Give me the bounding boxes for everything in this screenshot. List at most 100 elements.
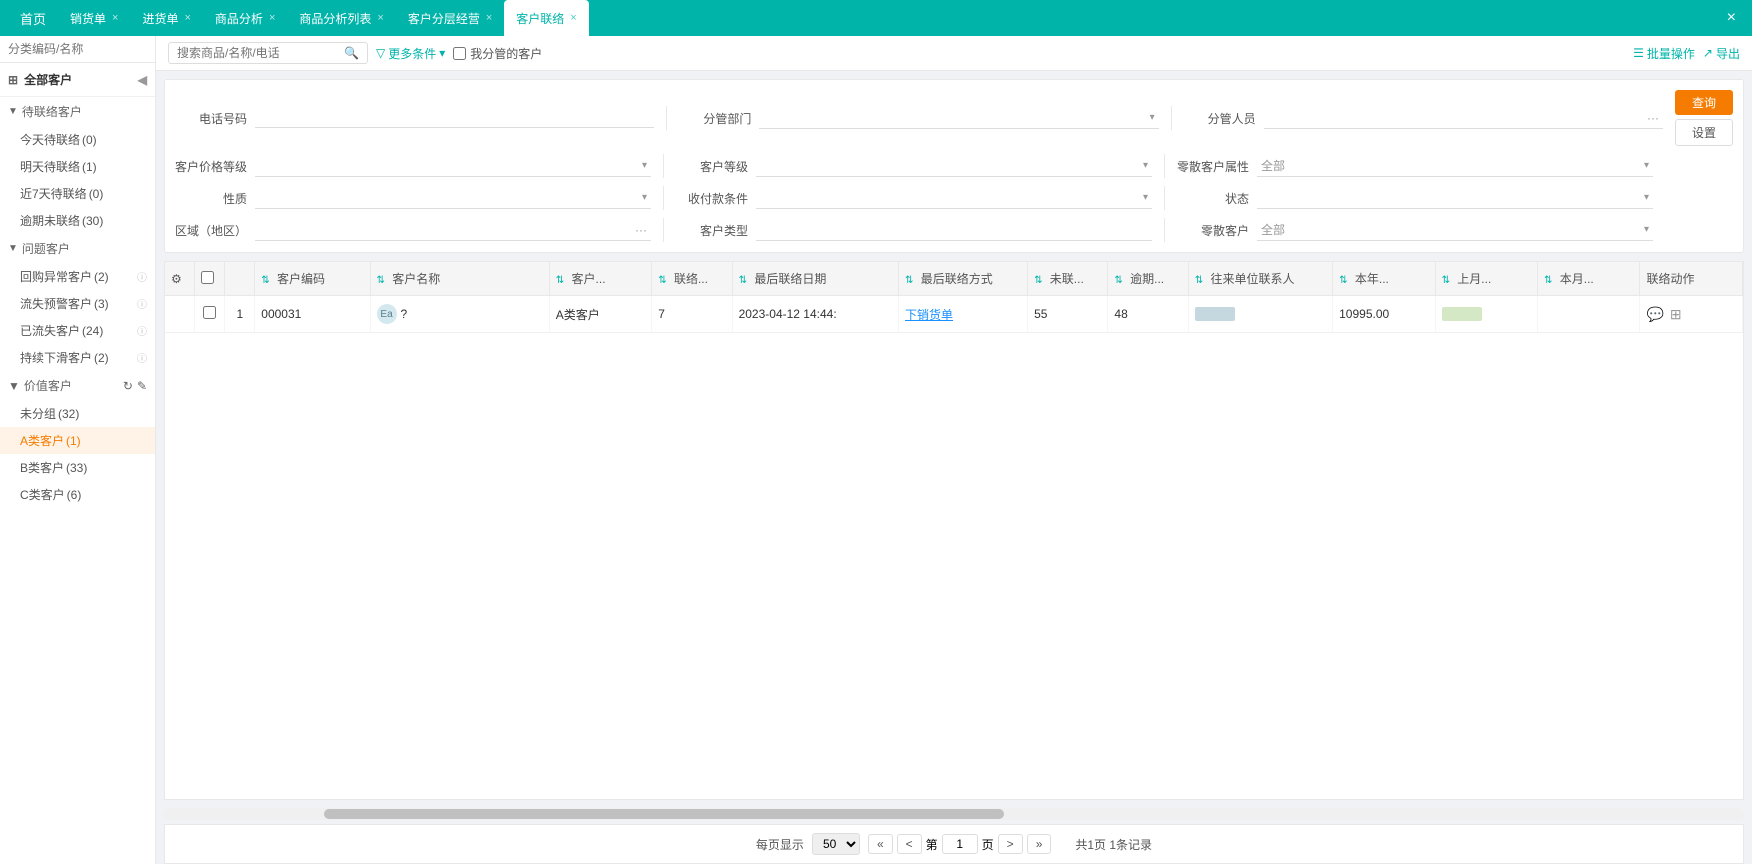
th-checkbox [195, 262, 225, 296]
filter-more-btn[interactable]: ▽ 更多条件 ▾ [376, 45, 445, 62]
close-tab-customer-contact[interactable]: × [570, 12, 576, 24]
prev-page-btn[interactable]: < [897, 834, 922, 854]
row-checkbox[interactable] [203, 306, 216, 319]
export-icon: ↗ [1703, 46, 1713, 60]
sidebar-item-churned[interactable]: 已流失客户 (24) ⓘ [0, 317, 155, 344]
cust-level-arrow-icon: ▾ [1143, 160, 1148, 171]
filter-dept: 分管部门 ▾ [679, 107, 1158, 129]
status-arrow-icon: ▾ [1644, 192, 1649, 203]
page-num-input[interactable] [942, 834, 978, 854]
nav-close-all[interactable]: × [1719, 9, 1744, 27]
filter-retail-cust-select[interactable]: 全部 ▾ [1257, 219, 1653, 241]
sidebar-item-tomorrow[interactable]: 明天待联络 (1) [0, 153, 155, 180]
edit-icon[interactable]: ✎ [137, 379, 147, 393]
row-this-year: 10995.00 [1333, 296, 1435, 333]
row-last-method[interactable]: 下销货单 [899, 296, 1028, 333]
chat-icon[interactable]: 💬 [1646, 306, 1663, 323]
sidebar-item-overdue[interactable]: 逾期未联络 (30) [0, 207, 155, 234]
table-container: ⚙ ⇅ 客户编码 ⇅ 客户名称 [164, 261, 1744, 800]
row-checkbox-cell [195, 296, 225, 333]
horizontal-scrollbar[interactable] [164, 808, 1744, 820]
filter-region-select[interactable]: ··· [255, 219, 651, 241]
refresh-icon[interactable]: ↻ [123, 379, 133, 393]
nav-home[interactable]: 首页 [8, 0, 58, 36]
qr-icon[interactable]: ⊞ [1670, 306, 1682, 323]
th-last-method[interactable]: ⇅ 最后联络方式 [899, 262, 1028, 296]
filter-payment-select[interactable]: ▾ [756, 187, 1152, 209]
filter-status-select[interactable]: ▾ [1257, 187, 1653, 209]
sidebar: 🔍 ⊞ 全部客户 ◀ ▼ 待联络客户 今天待联络 (0) 明天待联络 (1) 近… [0, 36, 156, 864]
filter-dept-select[interactable]: ▾ [759, 107, 1158, 129]
toolbar-search-input[interactable] [177, 46, 344, 60]
filter-cust-level-select[interactable]: ▾ [756, 155, 1152, 177]
query-btn[interactable]: 查询 [1675, 90, 1733, 115]
filter-row-3: 性质 ▾ 收付款条件 ▾ 状态 [175, 186, 1733, 210]
sidebar-item-churn-warning[interactable]: 流失预警客户 (3) ⓘ [0, 290, 155, 317]
next-page-btn[interactable]: > [998, 834, 1023, 854]
scrollbar-thumb[interactable] [324, 809, 1004, 819]
sidebar-item-a-class[interactable]: A类客户 (1) [0, 427, 155, 454]
sidebar-group-value[interactable]: ▼ 价值客户 ↻ ✎ [0, 371, 155, 400]
sidebar-item-b-class[interactable]: B类客户 (33) [0, 454, 155, 481]
filter-cust-type-select[interactable] [756, 219, 1152, 241]
filter-phone-input[interactable] [255, 109, 654, 128]
th-this-month[interactable]: ⇅ 本月... [1538, 262, 1640, 296]
row-code[interactable]: 000031 [255, 296, 370, 333]
close-tab-purchase[interactable]: × [184, 12, 190, 24]
setting-btn[interactable]: 设置 [1675, 119, 1733, 146]
filter-nature: 性质 ▾ [175, 187, 651, 209]
th-contact-count[interactable]: ⇅ 联络... [652, 262, 732, 296]
sidebar-group-problem[interactable]: ▼ 问题客户 [0, 234, 155, 263]
nav-tab-purchase[interactable]: 进货单 × [130, 0, 202, 36]
nav-tab-analysis-list[interactable]: 商品分析列表 × [287, 0, 395, 36]
sidebar-item-unclassified[interactable]: 未分组 (32) [0, 400, 155, 427]
nav-tab-customer-segment[interactable]: 客户分层经营 × [396, 0, 504, 36]
sort-this-year-icon: ⇅ [1339, 275, 1347, 286]
th-last-date[interactable]: ⇅ 最后联络日期 [732, 262, 898, 296]
th-name[interactable]: ⇅ 客户名称 [370, 262, 549, 296]
sidebar-item-abnormal[interactable]: 回购异常客户 (2) ⓘ [0, 263, 155, 290]
th-unit-contacts[interactable]: ⇅ 往来单位联系人 [1188, 262, 1332, 296]
filter-person-select[interactable]: ··· [1264, 107, 1663, 129]
filter-cust-level-label: 客户等级 [676, 158, 756, 175]
sort-overdue-icon: ⇅ [1114, 275, 1122, 286]
th-not-contacted[interactable]: ⇅ 未联... [1028, 262, 1108, 296]
toolbar-search-icon[interactable]: 🔍 [344, 46, 359, 60]
filter-nature-select[interactable]: ▾ [255, 187, 651, 209]
sidebar-all-customers[interactable]: ⊞ 全部客户 ◀ [0, 63, 155, 97]
last-page-btn[interactable]: » [1027, 834, 1052, 854]
nav-tab-salelist[interactable]: 销货单 × [58, 0, 130, 36]
th-this-year[interactable]: ⇅ 本年... [1333, 262, 1435, 296]
th-cust-type[interactable]: ⇅ 客户... [549, 262, 651, 296]
filter-retail-attr-select[interactable]: 全部 ▾ [1257, 155, 1653, 177]
batch-op-btn[interactable]: ☰ 批量操作 [1633, 45, 1695, 62]
sidebar-collapse-btn[interactable]: ◀ [138, 73, 147, 87]
th-overdue[interactable]: ⇅ 逾期... [1108, 262, 1188, 296]
sidebar-group-pending[interactable]: ▼ 待联络客户 [0, 97, 155, 126]
nav-tab-analysis[interactable]: 商品分析 × [203, 0, 287, 36]
close-tab-salelist[interactable]: × [112, 12, 118, 24]
select-all-checkbox[interactable] [201, 271, 214, 284]
row-actions: 💬 ⊞ [1640, 296, 1743, 333]
page-size-select[interactable]: 50 [812, 833, 860, 855]
th-gear[interactable]: ⚙ [165, 262, 195, 296]
sidebar-item-declining[interactable]: 持续下滑客户 (2) ⓘ [0, 344, 155, 371]
sidebar-search-input[interactable] [8, 42, 156, 56]
sidebar-item-c-class[interactable]: C类客户 (6) [0, 481, 155, 508]
my-customers-toggle[interactable]: 我分管的客户 [453, 45, 542, 62]
export-btn[interactable]: ↗ 导出 [1703, 45, 1740, 62]
info-icon-abnormal: ⓘ [137, 269, 147, 284]
filter-price-level-select[interactable]: ▾ [255, 155, 651, 177]
filter-panel: 电话号码 分管部门 ▾ 分管人员 ··· [164, 79, 1744, 253]
sidebar-item-today[interactable]: 今天待联络 (0) [0, 126, 155, 153]
sidebar-item-7days[interactable]: 近7天待联络 (0) [0, 180, 155, 207]
th-code[interactable]: ⇅ 客户编码 [255, 262, 370, 296]
close-tab-analysis-list[interactable]: × [377, 12, 383, 24]
content-area: 🔍 ▽ 更多条件 ▾ 我分管的客户 ☰ 批量操作 ↗ 导出 [156, 36, 1752, 864]
close-tab-customer-segment[interactable]: × [486, 12, 492, 24]
first-page-btn[interactable]: « [868, 834, 893, 854]
my-customers-checkbox[interactable] [453, 47, 466, 60]
th-last-month[interactable]: ⇅ 上月... [1435, 262, 1537, 296]
close-tab-analysis[interactable]: × [269, 12, 275, 24]
nav-tab-customer-contact[interactable]: 客户联络 × [504, 0, 588, 36]
